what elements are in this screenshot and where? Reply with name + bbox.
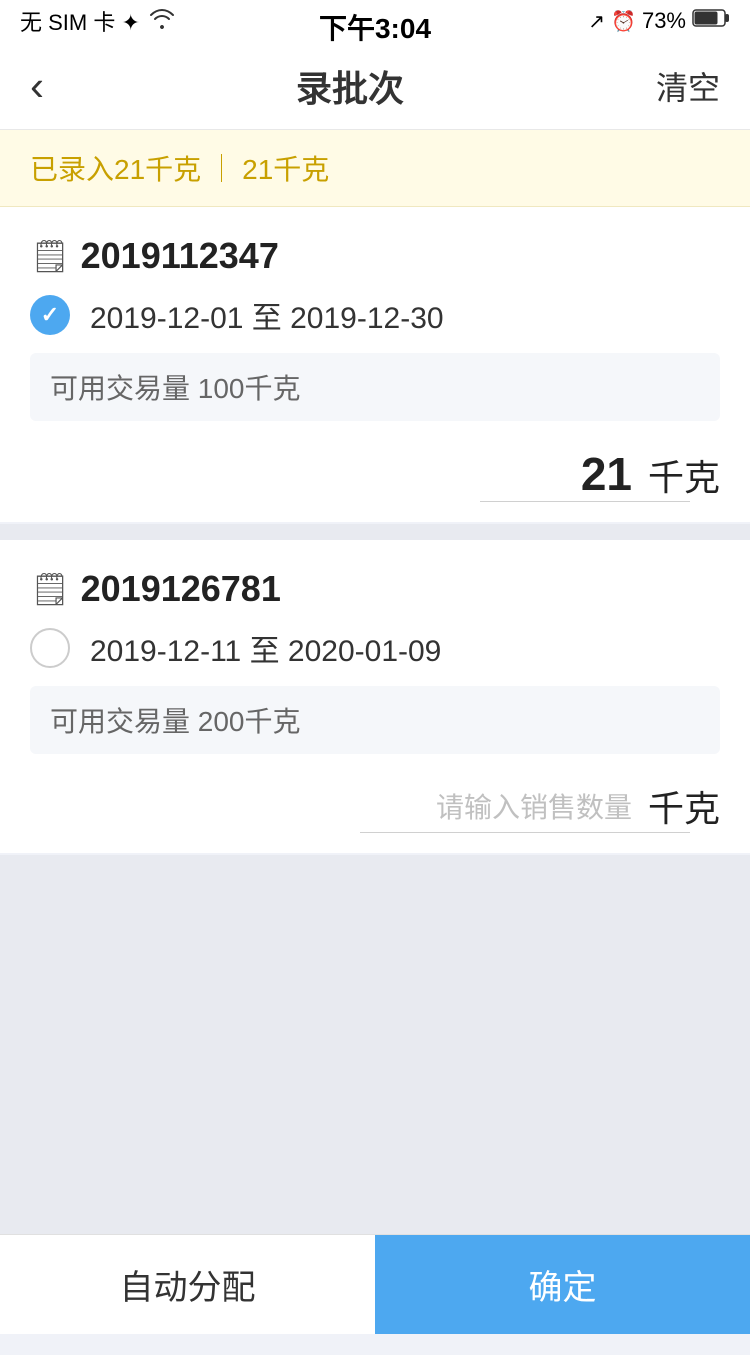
batch1-qty-unit: 千克: [648, 449, 720, 501]
clear-button[interactable]: 清空: [656, 63, 720, 109]
batch1-check-icon: ✓: [41, 302, 59, 328]
batch2-header: 🗒 2019126781: [0, 540, 750, 620]
back-button[interactable]: ‹: [30, 65, 44, 107]
batch2-qty-unit: 千克: [648, 780, 720, 832]
status-time: 下午3:04: [319, 7, 431, 47]
bottom-spacer: [0, 855, 750, 1255]
batch1-avail: 可用交易量 100千克: [30, 353, 720, 421]
batch1-header: 🗒 2019112347: [0, 207, 750, 287]
batch2-date-range: 2019-12-11 至 2020-01-09: [90, 626, 441, 670]
battery-icon: [692, 7, 730, 35]
status-right: ↗ ⏰ 73%: [588, 7, 730, 35]
alarm-icon: ⏰: [611, 9, 636, 34]
batch2-id: 2019126781: [81, 568, 281, 610]
page-title: 录批次: [296, 60, 404, 112]
status-bar: 无 SIM 卡 ✦ 下午3:04 ↗ ⏰ 73%: [0, 0, 750, 42]
batch1-id: 2019112347: [81, 235, 279, 277]
batch2-input-container: 请输入销售数量 千克: [0, 770, 750, 853]
batch2-qty-placeholder: 请输入销售数量: [30, 786, 632, 826]
batch1-qty-line: [480, 501, 690, 502]
nav-bar: ‹ 录批次 清空: [0, 42, 750, 130]
batch2-card: 🗒 2019126781 2019-12-11 至 2020-01-09 可用交…: [0, 540, 750, 853]
status-left: 无 SIM 卡 ✦: [20, 5, 176, 37]
batch1-qty-container: 21 千克: [0, 437, 750, 522]
confirm-button[interactable]: 确定: [375, 1235, 750, 1334]
batch1-qty-row: 21 千克: [30, 447, 720, 501]
wifi-icon: [148, 7, 176, 35]
batch2-row[interactable]: 2019-12-11 至 2020-01-09: [0, 620, 750, 676]
batch1-qty-value: 21: [581, 447, 632, 501]
batch2-input-line: [360, 832, 690, 833]
auto-distribute-button[interactable]: 自动分配: [0, 1235, 375, 1334]
location-icon: ↗: [588, 9, 605, 34]
batch2-avail: 可用交易量 200千克: [30, 686, 720, 754]
footer: 自动分配 确定: [0, 1234, 750, 1334]
section-separator: [0, 524, 750, 540]
batch1-date-range: 2019-12-01 至 2019-12-30: [90, 293, 444, 337]
batch1-row[interactable]: ✓ 2019-12-01 至 2019-12-30: [0, 287, 750, 343]
batch2-input-row: 请输入销售数量 千克: [30, 780, 720, 832]
battery-text: 73%: [642, 8, 686, 34]
total-weight: 21千克: [242, 148, 329, 188]
batch1-doc-icon: 🗒: [30, 237, 71, 275]
batch1-card: 🗒 2019112347 ✓ 2019-12-01 至 2019-12-30 可…: [0, 207, 750, 522]
recorded-weight: 已录入21千克: [30, 148, 201, 188]
no-sim-text: 无 SIM 卡 ✦: [20, 5, 140, 37]
batch2-doc-icon: 🗒: [30, 570, 71, 608]
batch2-radio[interactable]: [30, 628, 70, 668]
banner-divider: [221, 154, 222, 182]
info-banner: 已录入21千克 21千克: [0, 130, 750, 207]
batch1-radio[interactable]: ✓: [30, 295, 70, 335]
